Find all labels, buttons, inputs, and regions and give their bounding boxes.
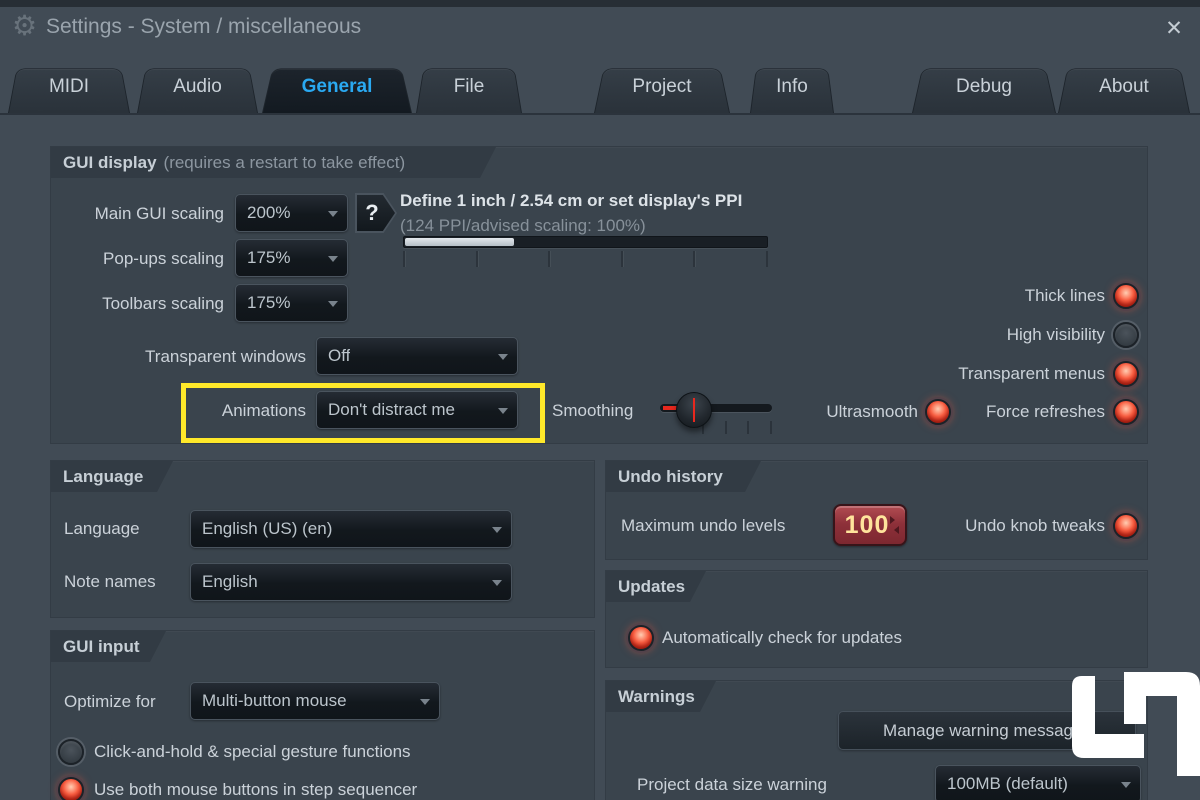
transparent-windows-label: Transparent windows — [56, 344, 306, 369]
ppi-slider-fill — [405, 238, 514, 246]
stepper-down-icon — [890, 526, 899, 534]
popups-scaling-dropdown[interactable]: 175% — [235, 239, 348, 277]
undo-history-header: Undo history — [606, 461, 761, 492]
transparent-windows-dropdown[interactable]: Off — [316, 337, 518, 375]
window-title: Settings - System / miscellaneous — [46, 15, 361, 39]
smoothing-slider-knob[interactable] — [676, 392, 712, 428]
force-refreshes-label: Force refreshes — [805, 399, 1105, 424]
tab-file[interactable]: File — [416, 61, 522, 113]
tab-label: MIDI — [8, 61, 130, 113]
ppi-slider[interactable] — [403, 236, 768, 248]
section-title: Language — [63, 467, 143, 487]
auto-check-updates-led[interactable] — [628, 625, 654, 651]
click-and-hold-led[interactable] — [58, 739, 84, 765]
tab-label: General — [262, 61, 412, 113]
max-undo-levels-label: Maximum undo levels — [621, 513, 785, 538]
section-subtitle: (requires a restart to take effect) — [164, 153, 406, 173]
tab-general[interactable]: General — [262, 61, 412, 113]
both-mouse-buttons-label: Use both mouse buttons in step sequencer — [94, 777, 417, 800]
section-title: Updates — [618, 577, 685, 597]
language-value: English (US) (en) — [202, 519, 332, 539]
tab-label: Audio — [137, 61, 258, 113]
chevron-down-icon — [328, 301, 338, 312]
close-icon[interactable]: ✕ — [1160, 14, 1188, 42]
thick-lines-label: Thick lines — [805, 283, 1105, 308]
transparent-menus-led[interactable] — [1113, 361, 1139, 387]
note-names-dropdown[interactable]: English — [190, 563, 512, 601]
thick-lines-led[interactable] — [1113, 283, 1139, 309]
popups-scaling-value: 175% — [247, 248, 290, 268]
toolbars-scaling-value: 175% — [247, 293, 290, 313]
language-dropdown[interactable]: English (US) (en) — [190, 510, 512, 548]
click-and-hold-label: Click-and-hold & special gesture functio… — [94, 739, 411, 764]
tab-label: About — [1058, 61, 1190, 113]
tab-project[interactable]: Project — [594, 61, 730, 113]
main-gui-scaling-label: Main GUI scaling — [24, 201, 224, 226]
updates-header: Updates — [606, 571, 706, 602]
chevron-down-icon — [1121, 782, 1131, 793]
undo-knob-tweaks-led[interactable] — [1113, 513, 1139, 539]
ppi-ruler — [403, 251, 768, 267]
tab-audio[interactable]: Audio — [137, 61, 258, 113]
main-gui-scaling-dropdown[interactable]: 200% — [235, 194, 348, 232]
tabbar-divider — [0, 113, 1200, 115]
chevron-down-icon — [498, 354, 508, 365]
chevron-down-icon — [420, 699, 430, 710]
ppi-define-text: Define 1 inch / 2.54 cm or set display's… — [400, 189, 742, 213]
window-top-edge — [0, 0, 1200, 7]
watermark-logo — [1072, 672, 1200, 776]
popups-scaling-label: Pop-ups scaling — [24, 246, 224, 271]
section-title: Undo history — [618, 467, 723, 487]
tab-label: Debug — [912, 61, 1056, 113]
transparent-menus-label: Transparent menus — [805, 361, 1105, 386]
section-title: GUI display — [63, 153, 157, 173]
auto-check-updates-label: Automatically check for updates — [662, 625, 902, 650]
force-refreshes-led[interactable] — [1113, 399, 1139, 425]
ppi-advised-text: (124 PPI/advised scaling: 100%) — [400, 214, 646, 238]
tab-label: Info — [750, 61, 834, 113]
transparent-windows-value: Off — [328, 346, 350, 366]
both-mouse-buttons-led[interactable] — [58, 777, 84, 800]
toolbars-scaling-dropdown[interactable]: 175% — [235, 284, 348, 322]
chevron-down-icon — [328, 256, 338, 267]
optimize-for-value: Multi-button mouse — [202, 691, 347, 711]
section-title: GUI input — [63, 637, 139, 657]
high-visibility-label: High visibility — [805, 322, 1105, 347]
smoothing-label: Smoothing — [552, 398, 633, 423]
gear-icon: ⚙ — [12, 9, 37, 42]
gui-display-header: GUI display (requires a restart to take … — [51, 147, 496, 178]
chevron-down-icon — [492, 527, 502, 538]
tab-info[interactable]: Info — [750, 61, 834, 113]
main-gui-scaling-value: 200% — [247, 203, 290, 223]
project-data-size-value: 100MB (default) — [947, 774, 1068, 794]
tab-about[interactable]: About — [1058, 61, 1190, 113]
language-header: Language — [51, 461, 173, 492]
chevron-down-icon — [492, 580, 502, 591]
project-data-size-label: Project data size warning — [637, 772, 827, 797]
note-names-label: Note names — [64, 569, 156, 594]
tab-label: File — [416, 61, 522, 113]
gui-input-header: GUI input — [51, 631, 166, 662]
language-label: Language — [64, 516, 140, 541]
manage-warnings-button-label: Manage warning messages — [883, 721, 1091, 741]
optimize-for-dropdown[interactable]: Multi-button mouse — [190, 682, 440, 720]
warnings-header: Warnings — [606, 681, 716, 712]
high-visibility-led[interactable] — [1113, 322, 1139, 348]
toolbars-scaling-label: Toolbars scaling — [24, 291, 224, 316]
tab-label: Project — [594, 61, 730, 113]
chevron-down-icon — [328, 211, 338, 222]
tab-midi[interactable]: MIDI — [8, 61, 130, 113]
tab-debug[interactable]: Debug — [912, 61, 1056, 113]
section-title: Warnings — [618, 687, 695, 707]
optimize-for-label: Optimize for — [64, 689, 156, 714]
animations-highlight-box — [181, 383, 545, 443]
settings-window: ⚙ Settings - System / miscellaneous ✕ MI… — [0, 0, 1200, 800]
stepper-up-icon — [890, 516, 899, 524]
max-undo-levels-value: 100 — [845, 511, 890, 540]
undo-knob-tweaks-label: Undo knob tweaks — [905, 513, 1105, 538]
note-names-value: English — [202, 572, 258, 592]
max-undo-levels-stepper[interactable]: 100 — [833, 504, 907, 546]
